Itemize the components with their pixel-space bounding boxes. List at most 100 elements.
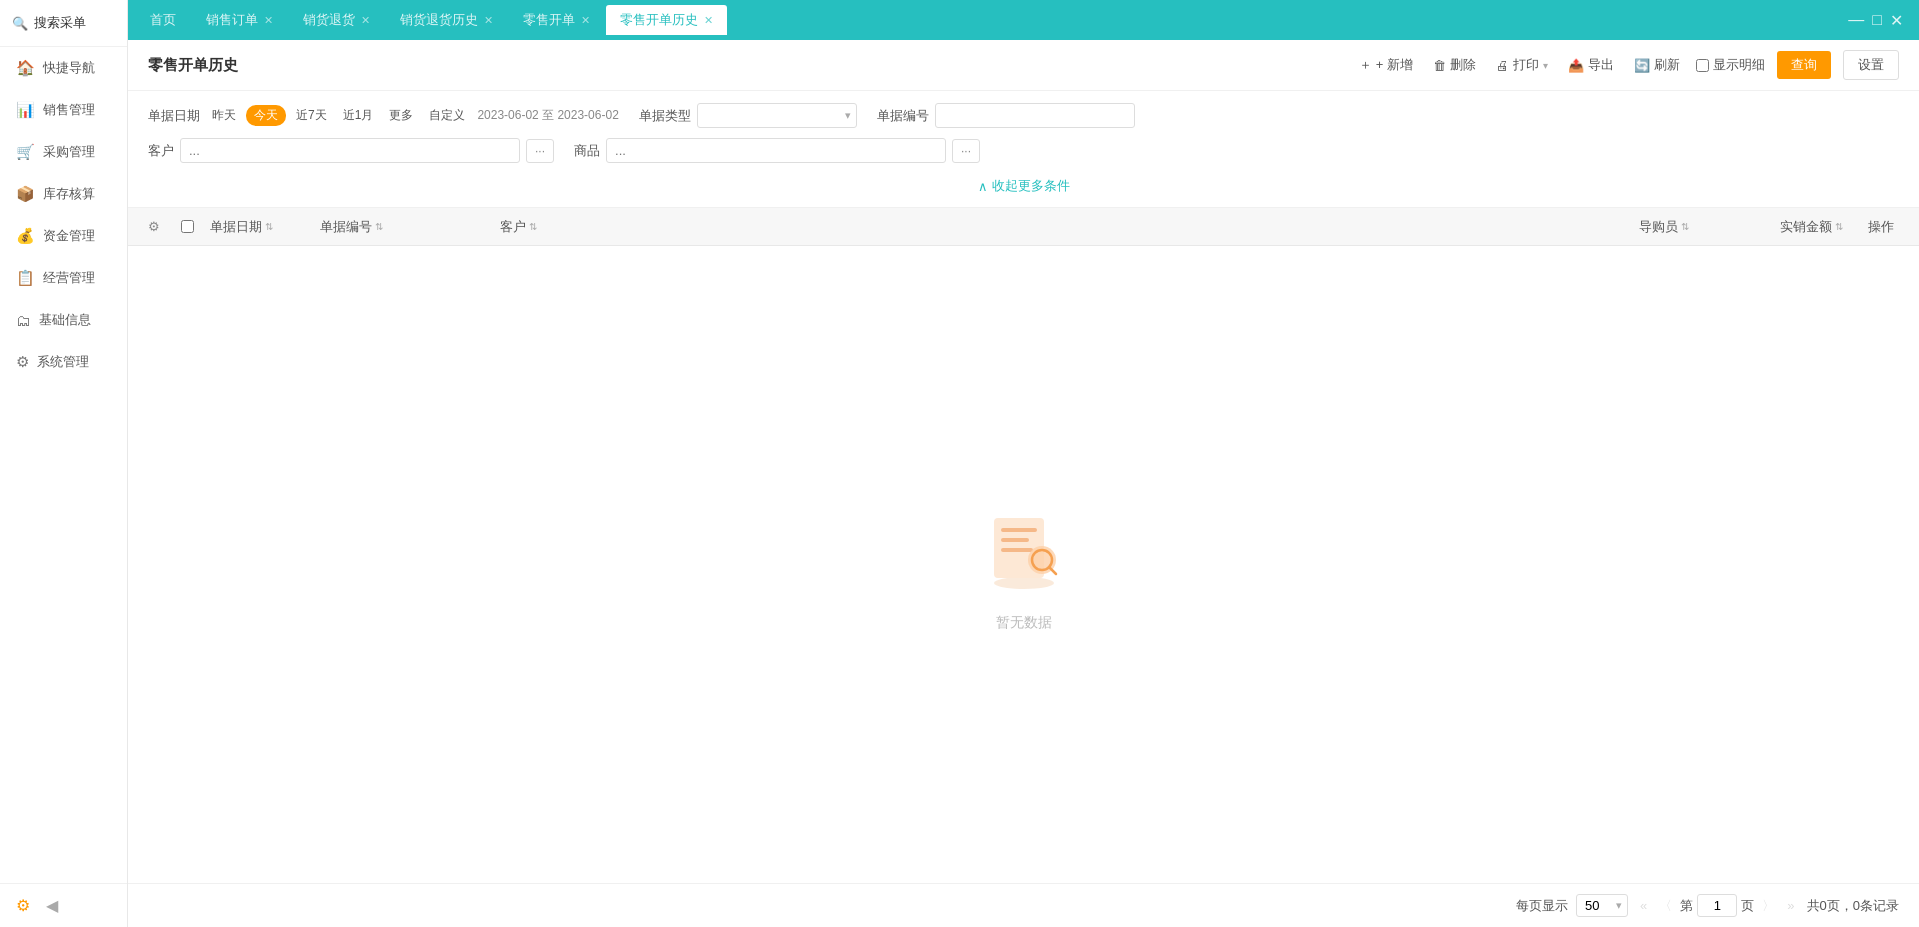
page-header: 零售开单历史 ＋ + 新增 🗑 删除 🖨 打印 ▾ 📤 导出 [128, 40, 1919, 91]
add-icon: ＋ [1359, 56, 1372, 74]
date-btn-yesterday[interactable]: 昨天 [206, 105, 242, 126]
sidebar-item-basic-info[interactable]: 🗂基础信息 [0, 299, 127, 341]
sidebar-label-finance: 资金管理 [43, 227, 95, 245]
tab-home[interactable]: 首页 [136, 5, 190, 35]
settings-icon[interactable]: ⚙ [16, 896, 30, 915]
table-settings-icon[interactable]: ⚙ [136, 219, 172, 234]
col-header-salesperson[interactable]: 导购员 ⇅ [1631, 218, 1731, 236]
svg-rect-2 [1001, 528, 1037, 532]
print-dropdown-icon: ▾ [1543, 60, 1548, 71]
filter-area: 单据日期 昨天 今天 近7天 近1月 更多 自定义 2023-06-02 至 2… [128, 91, 1919, 208]
collapse-more-conditions[interactable]: ∧ 收起更多条件 [148, 173, 1899, 195]
date-btn-7days[interactable]: 近7天 [290, 105, 333, 126]
svg-rect-3 [1001, 538, 1029, 542]
customer-ellipsis-button[interactable]: ··· [526, 139, 554, 163]
sort-amount-icon: ⇅ [1835, 221, 1843, 232]
main-area: 首页销售订单✕销货退货✕销货退货历史✕零售开单✕零售开单历史✕ — □ ✕ 零售… [128, 0, 1919, 927]
tab-close-retail-history[interactable]: ✕ [704, 14, 713, 27]
sidebar-item-sys-mgmt[interactable]: ⚙系统管理 [0, 341, 127, 383]
sidebar-label-operations: 经营管理 [43, 269, 95, 287]
select-all-checkbox[interactable] [181, 220, 194, 233]
tab-close-sales-return-history[interactable]: ✕ [484, 14, 493, 27]
sidebar-icon-sales-mgmt: 📊 [16, 101, 35, 119]
sidebar-item-operations[interactable]: 📋 经营管理 [0, 257, 127, 299]
delete-icon: 🗑 [1433, 58, 1446, 73]
collapse-icon[interactable]: ◀ [46, 896, 58, 915]
tab-label-sales-order: 销售订单 [206, 11, 258, 29]
empty-state-icon [974, 498, 1074, 598]
page-size-select[interactable]: 20 50 100 [1576, 894, 1628, 917]
goods-input[interactable] [606, 138, 946, 163]
show-detail-checkbox[interactable] [1696, 59, 1709, 72]
svg-point-0 [994, 577, 1054, 589]
order-type-select-wrapper: ▾ [697, 103, 857, 128]
sidebar-icon-operations: 📋 [16, 269, 35, 287]
delete-button[interactable]: 🗑 删除 [1429, 54, 1480, 76]
close-button[interactable]: ✕ [1890, 11, 1903, 30]
date-range-display: 2023-06-02 至 2023-06-02 [477, 107, 618, 124]
collapse-label: 收起更多条件 [992, 177, 1070, 195]
sidebar-item-quick-nav[interactable]: 🏠快捷导航 [0, 47, 127, 89]
col-header-customer[interactable]: 客户 ⇅ [492, 218, 1631, 236]
page-number-input[interactable] [1697, 894, 1737, 917]
date-filter-label: 单据日期 [148, 107, 200, 125]
sidebar-label-quick-nav: 快捷导航 [43, 59, 95, 77]
page-label: 第 [1680, 897, 1693, 915]
date-btn-more[interactable]: 更多 [383, 105, 419, 126]
tab-retail-open[interactable]: 零售开单✕ [509, 5, 604, 35]
tab-sales-return-history[interactable]: 销货退货历史✕ [386, 5, 507, 35]
next-page-button[interactable]: 〉 [1758, 895, 1779, 917]
export-button[interactable]: 📤 导出 [1564, 54, 1618, 76]
table-select-all[interactable] [172, 220, 202, 233]
minimize-button[interactable]: — [1848, 11, 1864, 30]
tab-retail-history[interactable]: 零售开单历史✕ [606, 5, 727, 35]
show-detail-toggle[interactable]: 显示明细 [1696, 56, 1765, 74]
refresh-button[interactable]: 🔄 刷新 [1630, 54, 1684, 76]
sidebar-item-purchase-mgmt[interactable]: 🛒采购管理 [0, 131, 127, 173]
sidebar-menu: 🏠快捷导航📊销售管理🛒采购管理 📦 库存核算 💰资金管理 📋 经营管理 🗂基础信息⚙系统管理 [0, 47, 127, 883]
table-header: ⚙ 单据日期 ⇅ 单据编号 ⇅ 客户 ⇅ 导购员 ⇅ [128, 208, 1919, 246]
col-header-date[interactable]: 单据日期 ⇅ [202, 218, 312, 236]
sidebar-item-sales-mgmt[interactable]: 📊销售管理 [0, 89, 127, 131]
page-nav: « 〈 第 页 〉 » [1636, 894, 1798, 917]
add-button[interactable]: ＋ + 新增 [1355, 54, 1417, 76]
sidebar-item-inventory[interactable]: 📦 库存核算 [0, 173, 127, 215]
tab-sales-return[interactable]: 销货退货✕ [289, 5, 384, 35]
table-area: ⚙ 单据日期 ⇅ 单据编号 ⇅ 客户 ⇅ 导购员 ⇅ [128, 208, 1919, 883]
last-page-button[interactable]: » [1783, 896, 1798, 915]
tab-sales-order[interactable]: 销售订单 ✕ [192, 5, 287, 35]
date-btn-today[interactable]: 今天 [246, 105, 286, 126]
order-type-select[interactable] [697, 103, 857, 128]
date-btn-custom[interactable]: 自定义 [423, 105, 471, 126]
tab-close-sales-order[interactable]: ✕ [264, 14, 273, 27]
filter-row-1: 单据日期 昨天 今天 近7天 近1月 更多 自定义 2023-06-02 至 2… [148, 103, 1899, 128]
export-icon: 📤 [1568, 58, 1584, 73]
tab-close-retail-open[interactable]: ✕ [581, 14, 590, 27]
first-page-button[interactable]: « [1636, 896, 1651, 915]
order-type-label: 单据类型 [639, 107, 691, 125]
empty-text: 暂无数据 [996, 614, 1052, 632]
date-btn-1month[interactable]: 近1月 [337, 105, 380, 126]
sidebar-icon-inventory: 📦 [16, 185, 35, 203]
order-no-input[interactable] [935, 103, 1135, 128]
window-controls: — □ ✕ [1840, 11, 1911, 30]
customer-input[interactable] [180, 138, 520, 163]
tab-close-sales-return[interactable]: ✕ [361, 14, 370, 27]
page-unit: 页 [1741, 897, 1754, 915]
settings-filter-button[interactable]: 设置 [1843, 50, 1899, 80]
sort-date-icon: ⇅ [265, 221, 273, 232]
print-button[interactable]: 🖨 打印 ▾ [1492, 54, 1552, 76]
sidebar-label-inventory: 库存核算 [43, 185, 95, 203]
tab-label-home: 首页 [150, 11, 176, 29]
maximize-button[interactable]: □ [1872, 11, 1882, 30]
pagination: 每页显示 20 50 100 ▾ « 〈 第 页 〉 » 共0页，0条记录 [128, 883, 1919, 927]
col-header-actions: 操作 [1851, 218, 1911, 236]
sidebar-search[interactable]: 🔍 搜索采单 [0, 0, 127, 47]
col-header-order-no[interactable]: 单据编号 ⇅ [312, 218, 492, 236]
goods-ellipsis-button[interactable]: ··· [952, 139, 980, 163]
print-icon: 🖨 [1496, 58, 1509, 73]
sidebar-item-finance[interactable]: 💰资金管理 [0, 215, 127, 257]
col-header-amount[interactable]: 实销金额 ⇅ [1731, 218, 1851, 236]
query-button[interactable]: 查询 [1777, 51, 1831, 79]
prev-page-button[interactable]: 〈 [1655, 895, 1676, 917]
